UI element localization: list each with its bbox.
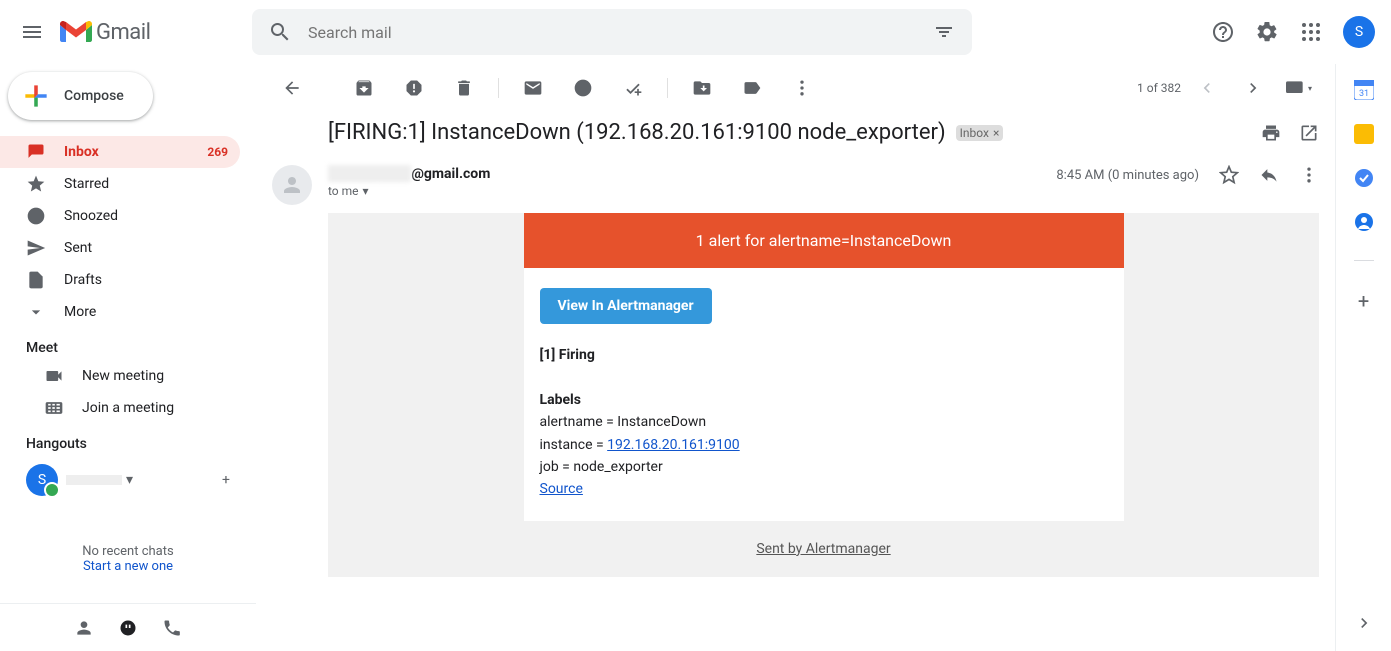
no-chats-text: No recent chats: [0, 544, 256, 559]
label-instance-key: instance =: [540, 437, 608, 453]
mark-unread-button[interactable]: [513, 68, 553, 108]
view-alertmanager-button[interactable]: View In Alertmanager: [540, 288, 712, 324]
search-icon[interactable]: [260, 12, 300, 52]
settings-icon[interactable]: [1247, 12, 1287, 52]
alert-banner: 1 alert for alertname=InstanceDown: [524, 213, 1124, 268]
tasks-addon[interactable]: [1354, 168, 1374, 188]
compose-button[interactable]: Compose: [8, 72, 153, 120]
more-button[interactable]: [782, 68, 822, 108]
archive-button[interactable]: [344, 68, 384, 108]
hangouts-tab-icon[interactable]: [118, 618, 138, 638]
join-meeting-button[interactable]: Join a meeting: [0, 392, 256, 424]
apps-icon[interactable]: [1291, 12, 1331, 52]
support-icon[interactable]: [1203, 12, 1243, 52]
calendar-addon[interactable]: 31: [1354, 80, 1374, 100]
back-button[interactable]: [272, 68, 312, 108]
labels-button[interactable]: [732, 68, 772, 108]
contacts-tab-icon[interactable]: [74, 618, 94, 638]
hangouts-avatar: S: [26, 464, 58, 496]
sender-avatar: [272, 165, 312, 205]
print-button[interactable]: [1261, 123, 1281, 143]
file-icon: [26, 270, 46, 290]
label-job: job = node_exporter: [540, 456, 1108, 478]
email-body: 1 alert for alertname=InstanceDown View …: [328, 213, 1319, 577]
recipients-dropdown[interactable]: to me▾: [328, 184, 1056, 198]
main-menu-button[interactable]: [8, 8, 56, 56]
older-button[interactable]: [1233, 68, 1273, 108]
sent-by-alertmanager-link[interactable]: Sent by Alertmanager: [756, 541, 890, 557]
newer-button[interactable]: [1187, 68, 1227, 108]
get-addons-button[interactable]: +: [1358, 289, 1369, 313]
source-link[interactable]: Source: [540, 481, 583, 497]
input-tools-button[interactable]: ▾: [1279, 68, 1319, 108]
contacts-addon[interactable]: [1354, 212, 1374, 232]
gmail-logo-icon: [60, 20, 92, 44]
sender-domain: @gmail.com: [411, 166, 490, 182]
message-timestamp: 8:45 AM (0 minutes ago): [1056, 168, 1199, 183]
toolbar-separator: [667, 78, 668, 98]
label-alertname: alertname = InstanceDown: [540, 411, 1108, 433]
start-new-chat-link[interactable]: Start a new one: [0, 559, 256, 574]
search-options-icon[interactable]: [924, 12, 964, 52]
hamburger-icon: [20, 20, 44, 44]
hangouts-heading: Hangouts: [0, 424, 256, 456]
keep-addon[interactable]: [1354, 124, 1374, 144]
phone-tab-icon[interactable]: [162, 618, 182, 638]
open-new-window-button[interactable]: [1299, 123, 1319, 143]
new-chat-icon[interactable]: +: [222, 472, 230, 488]
toolbar-separator: [498, 78, 499, 98]
delete-button[interactable]: [444, 68, 484, 108]
account-avatar[interactable]: S: [1343, 16, 1375, 48]
search-bar[interactable]: [252, 9, 972, 55]
sender-name-redacted: ████████: [328, 165, 411, 182]
video-icon: [44, 366, 64, 386]
plus-icon: [20, 80, 52, 112]
send-icon: [26, 238, 46, 258]
chevron-down-icon: ▾: [126, 472, 133, 488]
search-input[interactable]: [300, 23, 924, 42]
reply-button[interactable]: [1259, 165, 1279, 185]
chevron-down-icon: ▾: [363, 184, 369, 198]
remove-label-icon[interactable]: ×: [993, 126, 999, 140]
star-button[interactable]: [1219, 165, 1239, 185]
inbox-icon: [26, 142, 46, 162]
label-chip-inbox[interactable]: Inbox×: [956, 125, 1004, 141]
sidebar-item-drafts[interactable]: Drafts: [0, 264, 240, 296]
snooze-button[interactable]: [563, 68, 603, 108]
gmail-logo[interactable]: Gmail: [56, 20, 242, 45]
hangouts-user-row[interactable]: S ▾ +: [0, 456, 256, 504]
sidebar-item-snoozed[interactable]: Snoozed: [0, 200, 240, 232]
chevron-down-icon: [26, 302, 46, 322]
star-icon: [26, 174, 46, 194]
firing-heading: [1] Firing: [540, 347, 595, 363]
sidebar-item-starred[interactable]: Starred: [0, 168, 240, 200]
add-to-tasks-button[interactable]: [613, 68, 653, 108]
clock-icon: [26, 206, 46, 226]
label-instance-link[interactable]: 192.168.20.161:9100: [607, 437, 740, 453]
sidebar-item-more[interactable]: More: [0, 296, 240, 328]
meet-heading: Meet: [0, 328, 256, 360]
redacted-name: [66, 475, 122, 485]
keyboard-icon: [44, 398, 64, 418]
svg-text:31: 31: [1358, 89, 1368, 99]
gmail-logo-text: Gmail: [96, 20, 150, 45]
spam-button[interactable]: [394, 68, 434, 108]
compose-label: Compose: [64, 88, 124, 104]
new-meeting-button[interactable]: New meeting: [0, 360, 256, 392]
message-more-button[interactable]: [1299, 165, 1319, 185]
rightbar-separator: [1354, 260, 1374, 261]
email-subject: [FIRING:1] InstanceDown (192.168.20.161:…: [328, 120, 946, 145]
sidebar-item-sent[interactable]: Sent: [0, 232, 240, 264]
pagination-text: 1 of 382: [1137, 81, 1181, 95]
hide-sidepanel-button[interactable]: [1344, 603, 1384, 643]
sidebar-item-inbox[interactable]: Inbox 269: [0, 136, 240, 168]
move-to-button[interactable]: [682, 68, 722, 108]
labels-heading: Labels: [540, 392, 581, 408]
